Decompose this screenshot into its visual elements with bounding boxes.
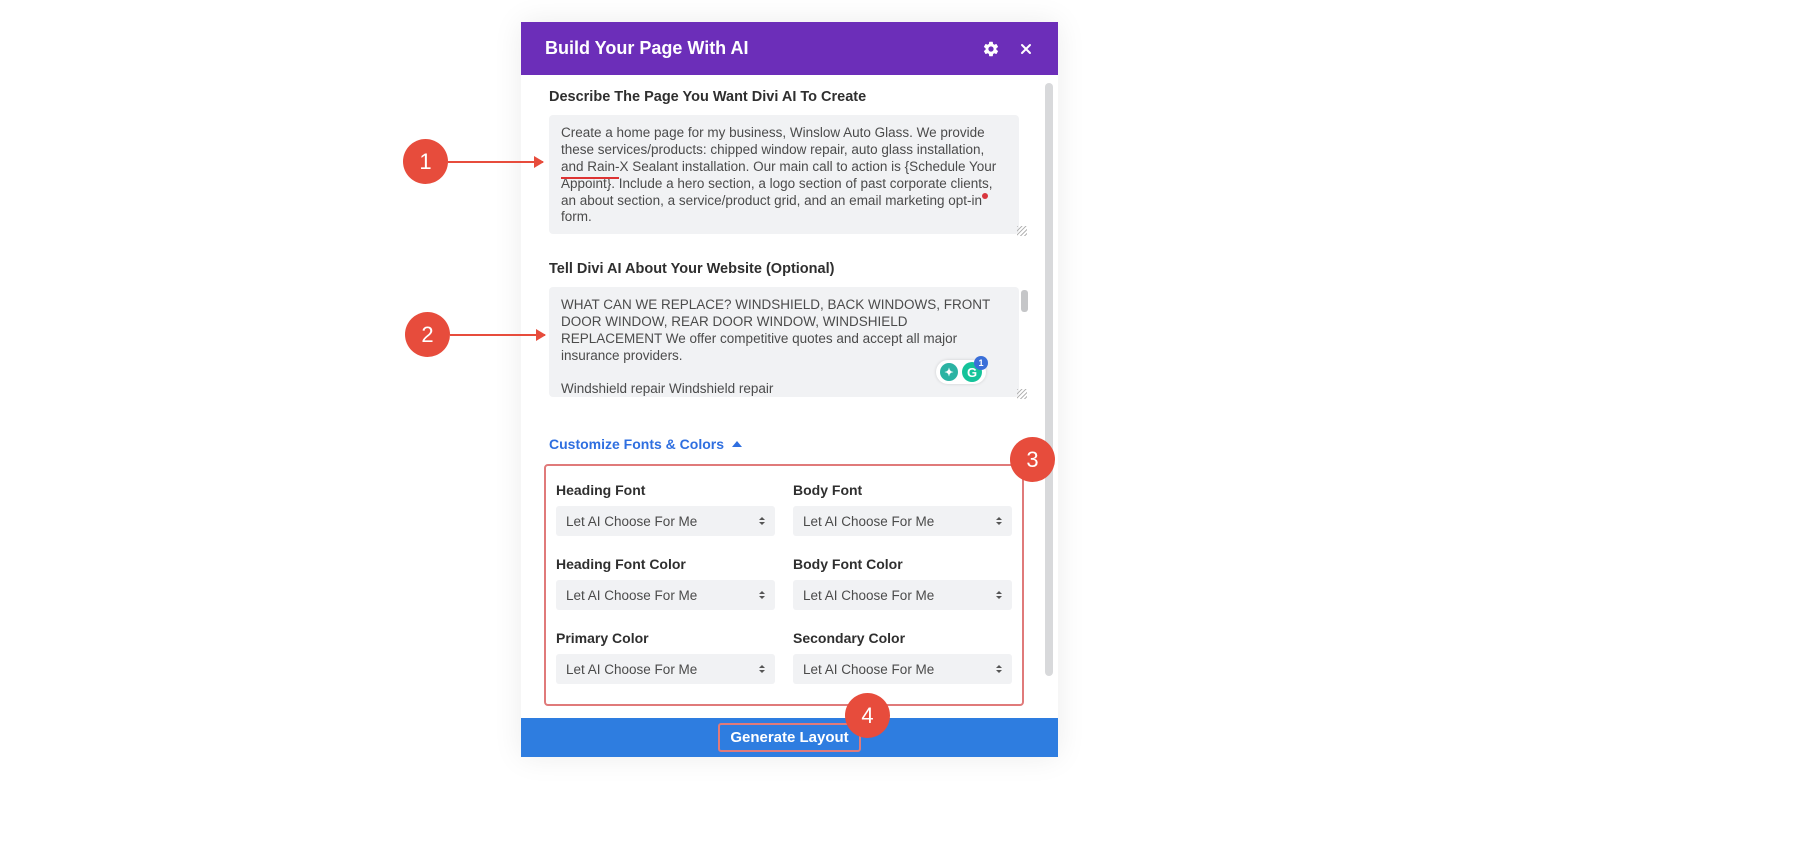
body-font-color-select-wrap [793,580,1012,610]
body-font-select[interactable] [793,506,1012,536]
modal-header: Build Your Page With AI [521,22,1058,75]
step-1-arrow [448,161,543,163]
customize-toggle-label: Customize Fonts & Colors [549,436,724,452]
select-arrows-icon [759,665,767,673]
describe-label: Describe The Page You Want Divi AI To Cr… [549,89,1030,105]
body-font-color-label: Body Font Color [793,556,1012,572]
tell-label: Tell Divi AI About Your Website (Optiona… [549,261,1030,277]
secondary-color-select[interactable] [793,654,1012,684]
grammarly-widget[interactable]: ✦ G 1 [936,360,986,384]
primary-color-label: Primary Color [556,630,775,646]
grammarly-icon[interactable]: G 1 [962,362,982,382]
chevron-up-icon [732,441,742,447]
modal-title: Build Your Page With AI [545,38,749,59]
textarea-resize-handle[interactable] [1017,226,1027,236]
close-icon[interactable] [1018,41,1034,57]
arrow-head-icon [536,329,546,341]
customize-fonts-colors-toggle[interactable]: Customize Fonts & Colors [549,436,1030,452]
grammarly-tone-icon[interactable]: ✦ [940,363,958,381]
modal-footer: Generate Layout [521,718,1058,757]
body-font-label: Body Font [793,482,1012,498]
tell-textarea-wrap: ✦ G 1 [549,287,1030,402]
ai-builder-modal: Build Your Page With AI Describe The Pag… [521,22,1058,757]
step-2-badge: 2 [405,312,450,357]
heading-font-color-label: Heading Font Color [556,556,775,572]
heading-font-select-wrap [556,506,775,536]
modal-body: Describe The Page You Want Divi AI To Cr… [521,75,1058,718]
customize-panel: Heading Font Body Font Heading Font Colo… [544,464,1024,706]
scrollbar[interactable] [1045,83,1053,676]
error-dot-icon [982,193,988,199]
spellcheck-underline [561,177,619,179]
select-arrows-icon [996,665,1004,673]
secondary-color-select-wrap [793,654,1012,684]
describe-textarea-wrap [549,115,1030,239]
step-1-badge: 1 [403,139,448,184]
step-2-callout: 2 [405,312,545,357]
arrow-head-icon [534,156,544,168]
generate-layout-button[interactable]: Generate Layout [718,723,860,752]
step-3-callout: 3 [1010,437,1055,482]
step-2-arrow [450,334,545,336]
textarea-scrollbar[interactable] [1021,290,1028,312]
body-font-color-select[interactable] [793,580,1012,610]
secondary-color-label: Secondary Color [793,630,1012,646]
step-3-badge: 3 [1010,437,1055,482]
describe-textarea[interactable] [549,115,1019,234]
header-actions [982,40,1034,58]
primary-color-select[interactable] [556,654,775,684]
grammarly-count-badge: 1 [974,356,988,370]
heading-font-color-select-wrap [556,580,775,610]
select-arrows-icon [759,517,767,525]
heading-font-label: Heading Font [556,482,775,498]
select-arrows-icon [759,591,767,599]
textarea-resize-handle[interactable] [1017,389,1027,399]
heading-font-color-select[interactable] [556,580,775,610]
body-font-select-wrap [793,506,1012,536]
step-1-callout: 1 [403,139,543,184]
select-arrows-icon [996,517,1004,525]
step-4-callout: 4 [845,693,890,738]
gear-icon[interactable] [982,40,1000,58]
primary-color-select-wrap [556,654,775,684]
step-4-badge: 4 [845,693,890,738]
select-arrows-icon [996,591,1004,599]
heading-font-select[interactable] [556,506,775,536]
